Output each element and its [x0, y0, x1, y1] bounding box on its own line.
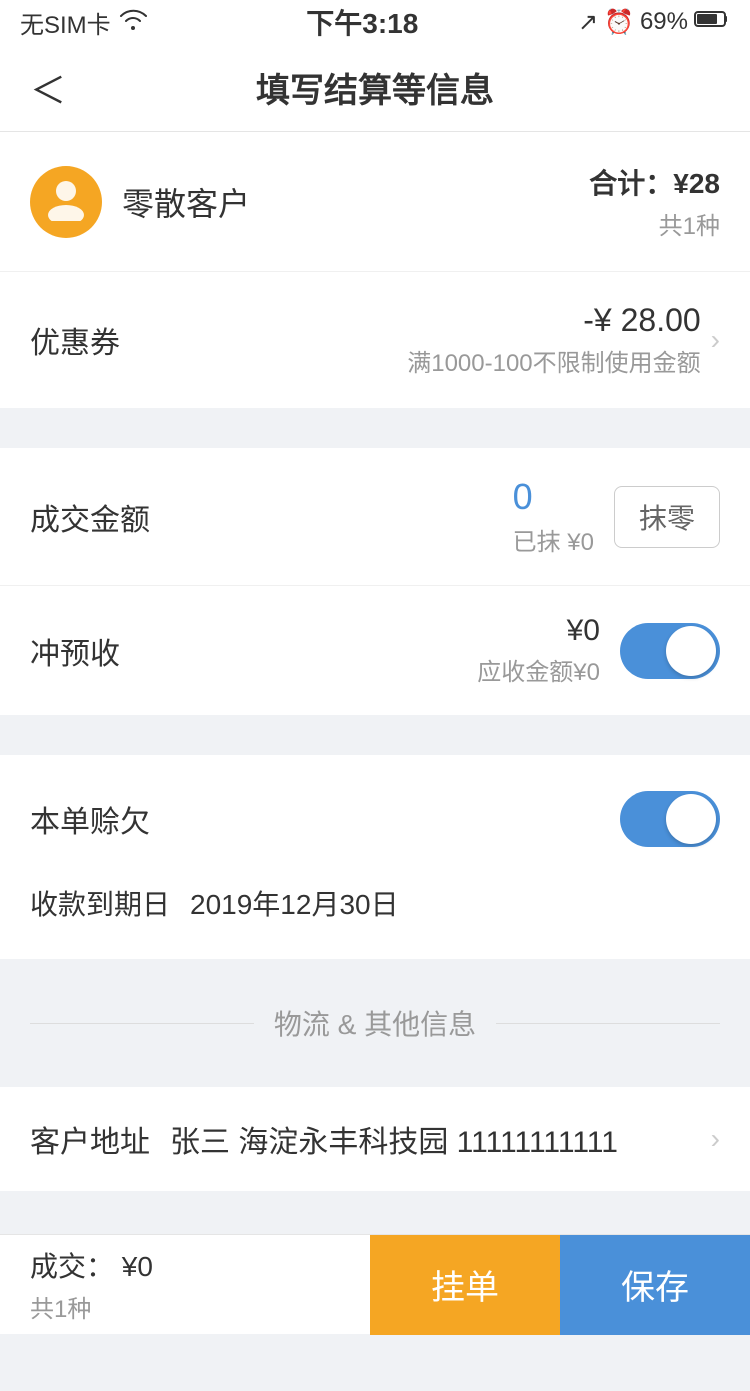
customer-row: 零散客户 合计：¥28 共1种 [0, 132, 750, 271]
transaction-value[interactable]: 0 [513, 476, 594, 518]
customer-right: 合计：¥28 共1种 [589, 162, 720, 241]
due-date-value: 2019年12月30日 [190, 883, 399, 923]
status-right: ↗ ⏰ 69% [578, 8, 730, 37]
prepay-receivable: 应收金额¥0 [477, 652, 600, 687]
prepay-right: ¥0 应收金额¥0 [477, 614, 720, 687]
coupon-row[interactable]: 优惠券 -¥ 28.00 满1000-100不限制使用金额 › [0, 271, 750, 408]
divider-1 [0, 428, 750, 448]
status-left: 无SIM卡 [20, 5, 147, 40]
logistics-title: 物流 & 其他信息 [274, 1003, 476, 1043]
page-title: 填写结算等信息 [256, 63, 494, 112]
status-bar: 无SIM卡 下午3:18 ↗ ⏰ 69% [0, 0, 750, 44]
address-value: 张三 海淀永丰科技园 11111111111 [170, 1117, 711, 1161]
transaction-sub: 已抹 ¥0 [513, 522, 594, 557]
debt-row: 本单赊欠 [0, 755, 750, 883]
save-button[interactable]: 保存 [560, 1235, 750, 1335]
no-sim-text: 无SIM卡 [20, 5, 111, 40]
coupon-right: -¥ 28.00 满1000-100不限制使用金额 › [407, 302, 720, 378]
battery-icon [694, 8, 730, 36]
back-button[interactable]: ＜ [30, 62, 66, 114]
divider-3 [0, 959, 750, 979]
customer-section: 零散客户 合计：¥28 共1种 优惠券 -¥ 28.00 满1000-100不限… [0, 132, 750, 408]
coupon-label: 优惠券 [30, 318, 120, 362]
coupon-discount: -¥ 28.00 [407, 302, 700, 339]
debt-toggle[interactable] [620, 791, 720, 847]
alarm-icon: ⏰ [604, 8, 634, 37]
transaction-row: 成交金额 0 已抹 ¥0 抹零 [0, 448, 750, 586]
bottom-bar: 成交： ¥0 共1种 挂单 保存 [0, 1234, 750, 1334]
avatar [30, 166, 102, 238]
customer-name: 零散客户 [122, 179, 250, 225]
divider-4 [0, 1067, 750, 1087]
prepay-toggle[interactable] [620, 623, 720, 679]
divider-2 [0, 715, 750, 735]
address-section: 客户地址 张三 海淀永丰科技园 11111111111 › [0, 1087, 750, 1191]
logistics-line-right [496, 1023, 720, 1024]
transaction-section: 成交金额 0 已抹 ¥0 抹零 冲预收 ¥0 应收金额¥0 [0, 448, 750, 715]
toggle-knob [666, 626, 716, 676]
bottom-count: 共1种 [30, 1289, 340, 1324]
pending-button[interactable]: 挂单 [370, 1235, 560, 1335]
transaction-right: 0 已抹 ¥0 抹零 [513, 476, 720, 557]
debt-toggle-knob [666, 794, 716, 844]
logistics-title-row: 物流 & 其他信息 [30, 1003, 720, 1043]
logistics-line-left [30, 1023, 254, 1024]
address-label: 客户地址 [30, 1117, 150, 1161]
bottom-info: 成交： ¥0 共1种 [0, 1245, 370, 1324]
prepay-label: 冲预收 [30, 629, 120, 673]
wifi-icon [119, 8, 147, 37]
address-chevron-icon: › [711, 1123, 720, 1155]
coupon-desc: 满1000-100不限制使用金额 [407, 343, 700, 378]
status-time: 下午3:18 [306, 2, 418, 42]
total-count: 共1种 [589, 206, 720, 241]
debt-section: 本单赊欠 收款到期日 2019年12月30日 [0, 755, 750, 959]
prepay-amount: ¥0 应收金额¥0 [477, 614, 600, 687]
transaction-label: 成交金额 [30, 495, 150, 539]
bottom-transaction-label: 成交： ¥0 [30, 1245, 340, 1285]
location-icon: ↗ [578, 8, 598, 37]
due-date-row: 收款到期日 2019年12月30日 [0, 883, 750, 959]
total-amount: 合计：¥28 [589, 162, 720, 202]
avatar-icon [42, 173, 90, 230]
prepay-left: 冲预收 [30, 629, 120, 673]
prepay-row: 冲预收 ¥0 应收金额¥0 [0, 586, 750, 715]
prepay-yen-value: ¥0 [477, 614, 600, 648]
due-date-label: 收款到期日 [30, 883, 170, 923]
battery-text: 69% [640, 8, 688, 36]
round-zero-button[interactable]: 抹零 [614, 486, 720, 548]
logistics-header: 物流 & 其他信息 [0, 979, 750, 1067]
nav-bar: ＜ 填写结算等信息 [0, 44, 750, 132]
coupon-chevron-icon: › [711, 324, 720, 356]
bottom-transaction-text: 成交： [30, 1251, 114, 1282]
bottom-transaction-value: ¥0 [122, 1251, 153, 1282]
address-row[interactable]: 客户地址 张三 海淀永丰科技园 11111111111 › [0, 1087, 750, 1191]
customer-left: 零散客户 [30, 166, 250, 238]
debt-label: 本单赊欠 [30, 797, 150, 841]
